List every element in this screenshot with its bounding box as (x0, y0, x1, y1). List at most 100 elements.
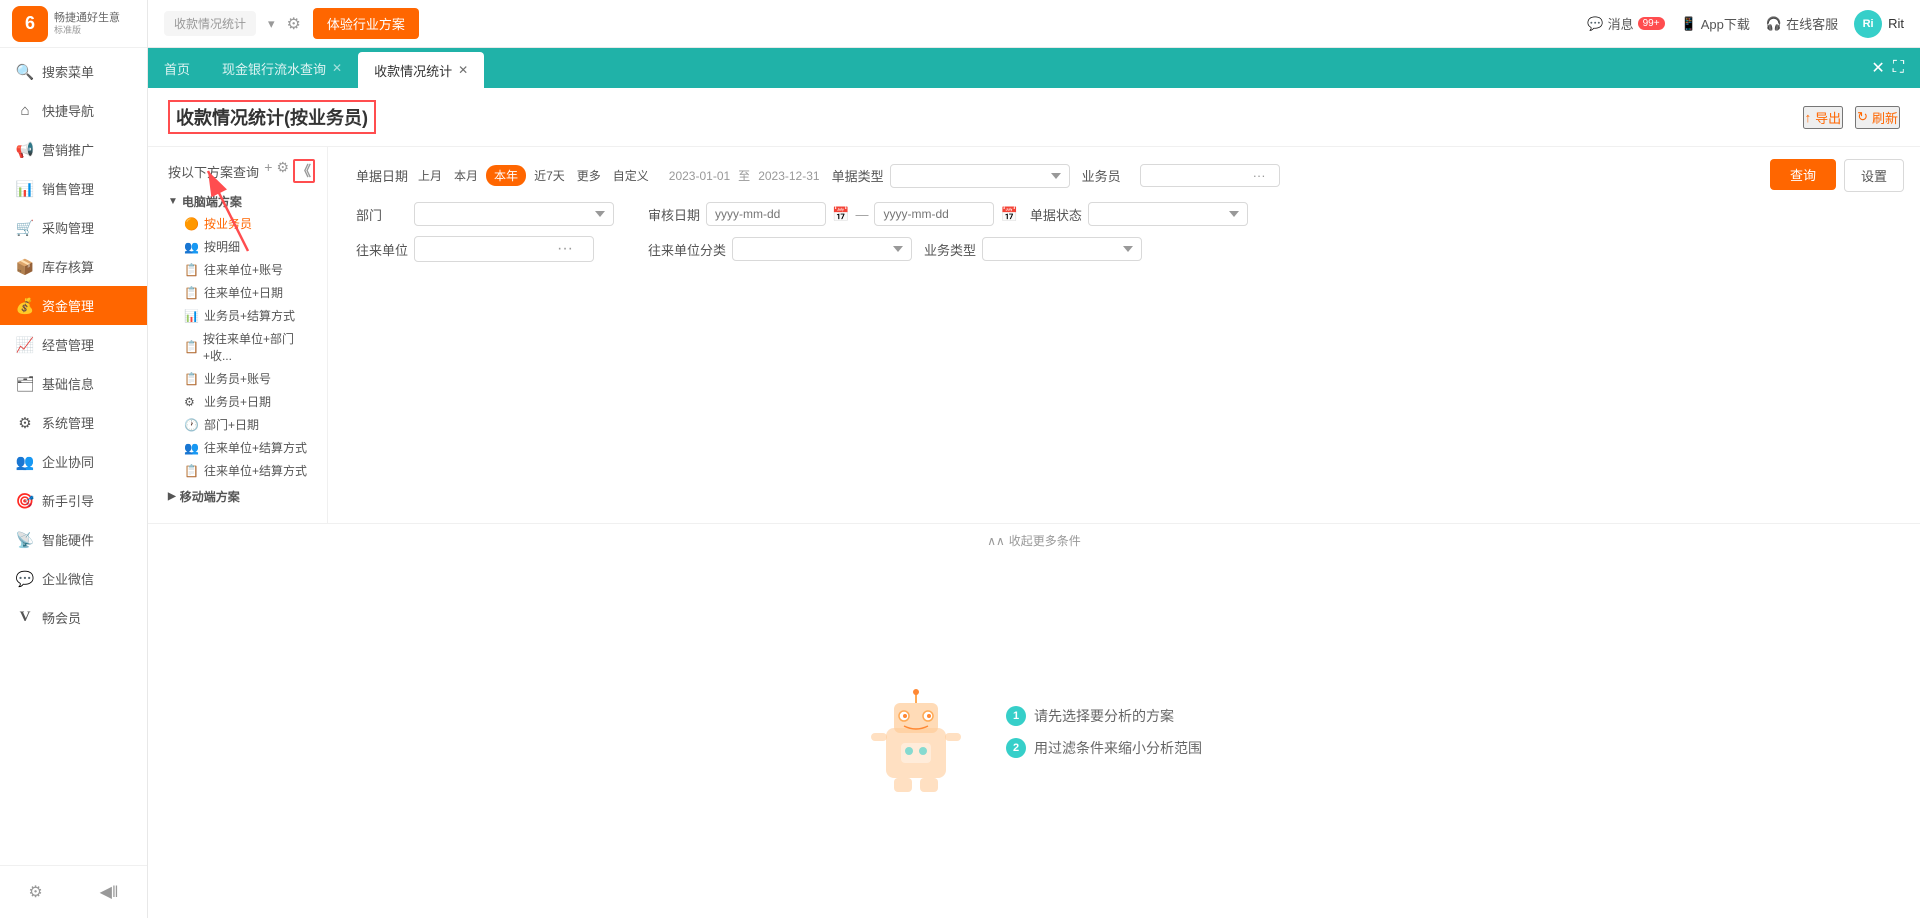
partner-category-field: 往来单位分类 (648, 237, 912, 261)
tab-bank[interactable]: 现金银行流水查询 ✕ (206, 48, 358, 88)
page-header: 收款情况统计(按业务员) ↑ 导出 ↻ 刷新 (148, 88, 1920, 147)
partner-input[interactable] (423, 242, 553, 256)
salesman-dots[interactable]: ··· (1253, 168, 1266, 183)
filter-row-3: 往来单位 ··· 往来单位分类 业务类型 (356, 236, 1904, 262)
shortcut-last-month[interactable]: 上月 (414, 165, 446, 186)
review-date-from-calendar-icon[interactable]: 📅 (832, 206, 849, 223)
dept-select[interactable] (414, 202, 614, 226)
scheme-item-dept-date[interactable]: 🕐 部门+日期 (168, 413, 315, 436)
review-date-to-calendar-icon[interactable]: 📅 (1000, 206, 1017, 223)
scheme-item-salesman-settle[interactable]: 📊 业务员+结算方式 (168, 304, 315, 327)
collapse-icon: ∧∧ (987, 534, 1005, 548)
sidebar-item-inventory[interactable]: 📦 库存核算 (0, 247, 147, 286)
review-date-field: 审核日期 📅 — 📅 (648, 202, 1018, 226)
empty-row-2: 2 用过滤条件来缩小分析范围 (1006, 738, 1202, 758)
sidebar-item-operations[interactable]: 📈 经营管理 (0, 325, 147, 364)
sidebar-nav: 🔍 搜索菜单 ⌂ 快捷导航 📢 营销推广 📊 销售管理 🛒 采购管理 📦 库存核… (0, 48, 147, 865)
download-icon: 📱 (1681, 16, 1697, 32)
shortcut-more[interactable]: 更多 (573, 165, 605, 186)
shortcut-this-year[interactable]: 本年 (486, 165, 526, 186)
collapse-bar[interactable]: ∧∧ 收起更多条件 (148, 523, 1920, 557)
sidebar-item-corp[interactable]: 👥 企业协同 (0, 442, 147, 481)
sidebar-item-quicknav[interactable]: ⌂ 快捷导航 (0, 91, 147, 130)
tab-maximize-icon[interactable]: ⛶ (1893, 59, 1904, 77)
refresh-btn[interactable]: ↻ 刷新 (1855, 106, 1900, 129)
header-dropdown-icon[interactable]: ▾ (268, 16, 275, 32)
sidebar-item-marketing[interactable]: 📢 营销推广 (0, 130, 147, 169)
shortcut-this-month[interactable]: 本月 (450, 165, 482, 186)
date-range-display: 2023-01-01 至 2023-12-31 (665, 167, 820, 184)
message-action[interactable]: 💬 消息 99+ (1587, 14, 1664, 33)
sidebar-settings-btn[interactable]: ⚙ (20, 874, 50, 910)
sidebar-item-system[interactable]: ⚙ 系统管理 (0, 403, 147, 442)
scheme-item-partner-account[interactable]: 📋 往来单位+账号 (168, 258, 315, 281)
scheme-item-salesman[interactable]: 🟠 按业务员 (168, 212, 315, 235)
scheme-item-salesman-account[interactable]: 📋 业务员+账号 (168, 367, 315, 390)
tab-receipt[interactable]: 收款情况统计 ✕ (358, 52, 484, 88)
purchase-icon: 🛒 (16, 219, 34, 237)
setting-btn[interactable]: 设置 (1844, 159, 1904, 192)
header-settings-icon[interactable]: ⚙ (287, 14, 301, 34)
shortcut-7days[interactable]: 近7天 (530, 165, 569, 186)
shortcut-custom[interactable]: 自定义 (609, 165, 653, 186)
sales-icon: 📊 (16, 180, 34, 198)
mobile-group-header[interactable]: ▶ 移动端方案 (168, 486, 315, 507)
online-service-action[interactable]: 🎧 在线客服 (1766, 14, 1838, 33)
page-title: 收款情况统计(按业务员) (168, 100, 376, 134)
collapse-sidebar-btn[interactable]: 《 (293, 159, 315, 183)
sidebar-item-basic[interactable]: 🗂 基础信息 (0, 364, 147, 403)
scheme-item-partner-dept[interactable]: 📋 按往来单位+部门+收... (168, 327, 315, 367)
logo-text: 畅捷通好生意 标准版 (54, 11, 120, 37)
main-area: 收款情况统计 ▾ ⚙ 体验行业方案 💬 消息 99+ 📱 App下载 🎧 在线客… (148, 0, 1920, 918)
empty-robot-illustration (866, 688, 966, 788)
app-download-action[interactable]: 📱 App下载 (1681, 14, 1750, 33)
filter-main-wrapper: 按以下方案查询 + ⚙ 《 (148, 147, 1920, 523)
sidebar-item-finance[interactable]: 💰 资金管理 (0, 286, 147, 325)
doctype-field: 单据类型 (832, 164, 1070, 188)
sidebar-item-purchase[interactable]: 🛒 采购管理 (0, 208, 147, 247)
dept-date-icon: 🕐 (184, 418, 200, 432)
salesman-input[interactable] (1149, 169, 1249, 183)
desktop-group-header[interactable]: ▼ 电脑端方案 (168, 191, 315, 212)
scheme-item-detail[interactable]: 👥 按明细 (168, 235, 315, 258)
scheme-item-salesman-date[interactable]: ⚙ 业务员+日期 (168, 390, 315, 413)
scheme-item-partner-date[interactable]: 📋 往来单位+日期 (168, 281, 315, 304)
scheme-settings-btn[interactable]: ⚙ (276, 159, 289, 183)
filter-row-2: 部门 审核日期 📅 — 📅 单据状态 (356, 202, 1904, 226)
partner-settle1-icon: 👥 (184, 441, 200, 455)
query-btn[interactable]: 查询 (1770, 159, 1836, 190)
search-icon: 🔍 (16, 63, 34, 81)
sidebar-item-hardware[interactable]: 📡 智能硬件 (0, 520, 147, 559)
tab-close-all-icon[interactable]: ✕ (1871, 58, 1884, 78)
add-scheme-btn[interactable]: + (264, 159, 272, 183)
tab-receipt-close[interactable]: ✕ (458, 63, 468, 77)
partner-dots[interactable]: ··· (557, 240, 573, 258)
salesman-account-icon: 📋 (184, 372, 200, 386)
sidebar-item-sales[interactable]: 📊 销售管理 (0, 169, 147, 208)
review-date-from-input[interactable] (706, 202, 826, 226)
salesman-field: 业务员 ··· (1082, 164, 1280, 187)
trial-btn[interactable]: 体验行业方案 (313, 8, 419, 39)
tab-bank-close[interactable]: ✕ (332, 61, 342, 75)
export-btn[interactable]: ↑ 导出 (1803, 106, 1844, 129)
refresh-icon: ↻ (1857, 109, 1868, 125)
sidebar-collapse-btn[interactable]: ◀‖ (92, 874, 127, 910)
sidebar-item-guide[interactable]: 🎯 新手引导 (0, 481, 147, 520)
partner-category-select[interactable] (732, 237, 912, 261)
review-date-to-input[interactable] (874, 202, 994, 226)
biz-type-select[interactable] (982, 237, 1142, 261)
doc-status-select[interactable] (1088, 202, 1248, 226)
filter-sidebar: 按以下方案查询 + ⚙ 《 (148, 147, 328, 523)
user-area[interactable]: Ri Rit (1854, 10, 1904, 38)
doctype-select[interactable] (890, 164, 1070, 188)
sidebar-item-search[interactable]: 🔍 搜索菜单 (0, 52, 147, 91)
sidebar-item-member[interactable]: V 畅会员 (0, 598, 147, 637)
empty-state: 1 请先选择要分析的方案 2 用过滤条件来缩小分析范围 (148, 557, 1920, 918)
filter-sidebar-header: 按以下方案查询 + ⚙ 《 (168, 159, 315, 183)
page-header-actions: ↑ 导出 ↻ 刷新 (1803, 106, 1900, 129)
tab-home[interactable]: 首页 (148, 48, 206, 88)
dept-field: 部门 (356, 202, 636, 226)
scheme-item-partner-settle2[interactable]: 📋 往来单位+结算方式 (168, 459, 315, 482)
scheme-item-partner-settle1[interactable]: 👥 往来单位+结算方式 (168, 436, 315, 459)
sidebar-item-wechat[interactable]: 💬 企业微信 (0, 559, 147, 598)
